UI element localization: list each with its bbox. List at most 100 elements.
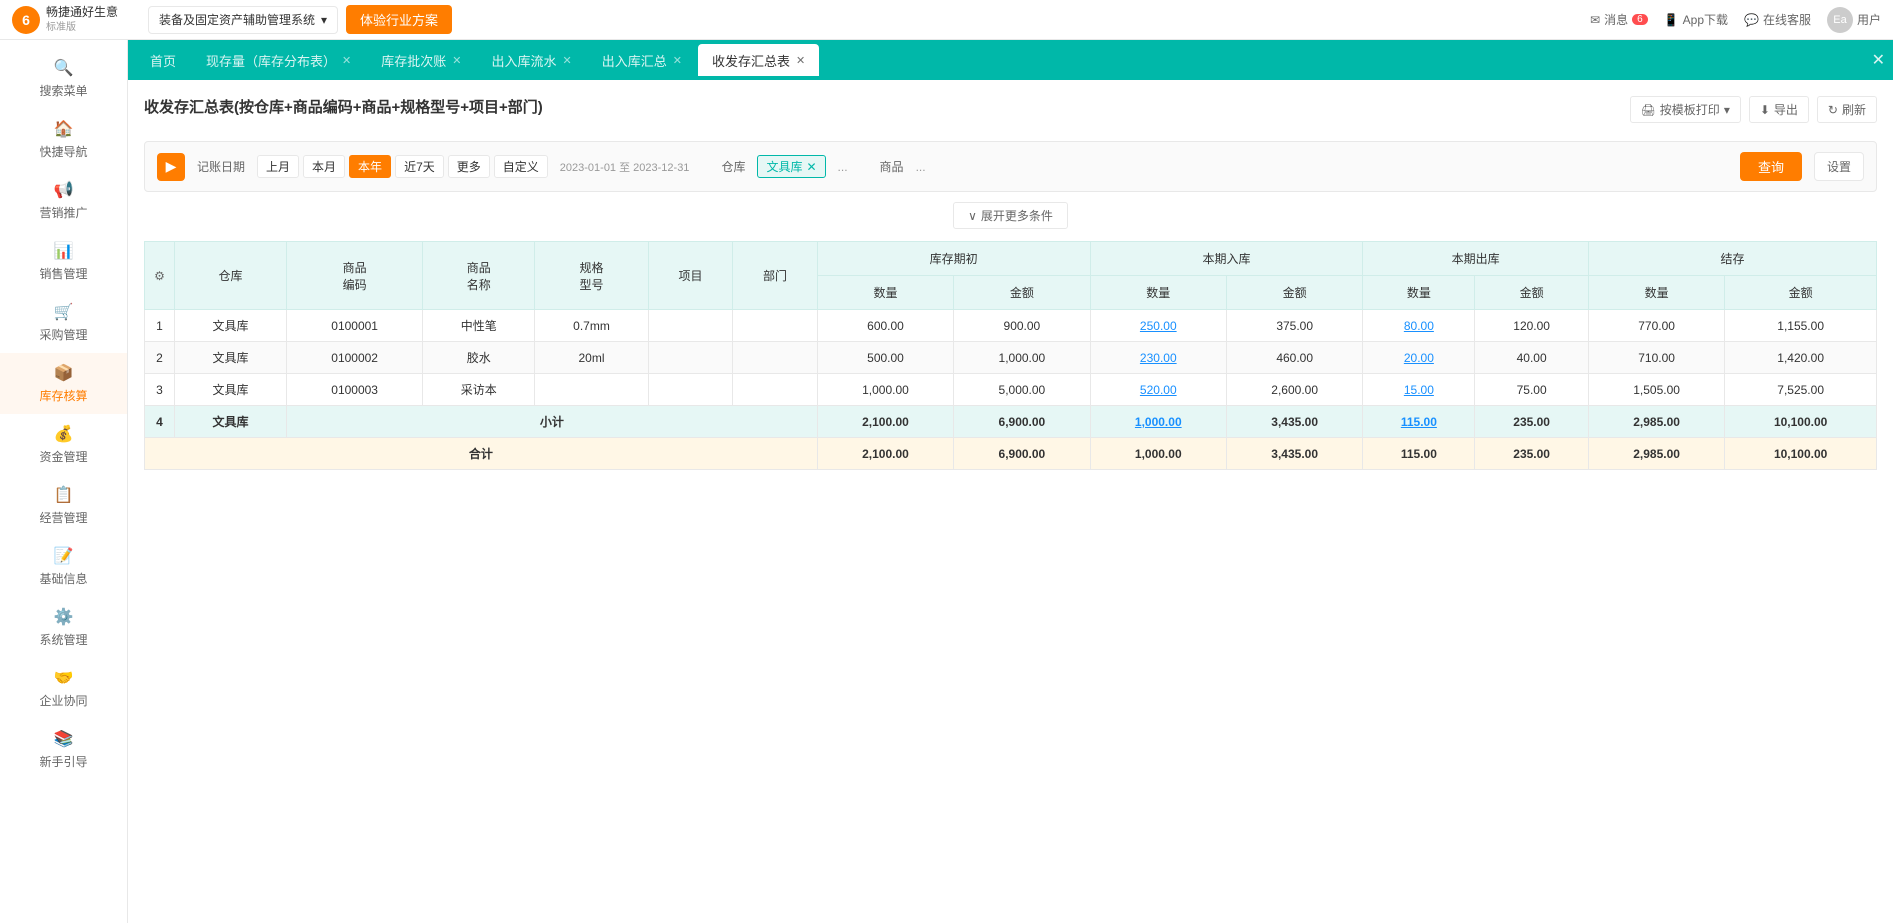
total-out-amt: 235.00: [1475, 438, 1589, 470]
tab-inventory-dist-label: 现存量（库存分布表）: [206, 51, 336, 70]
row-project: [648, 342, 733, 374]
row-in-qty[interactable]: 230.00: [1090, 342, 1226, 374]
sidebar-label-finance: 资金管理: [39, 448, 87, 465]
expand-more-button[interactable]: ∨ 展开更多条件: [953, 202, 1068, 229]
sidebar-item-purchase[interactable]: 🛒 采购管理: [0, 292, 127, 353]
row-goods-spec: 20ml: [535, 342, 648, 374]
logo-text: 畅捷通好生意 标准版: [46, 5, 118, 34]
col-closing-amt-header: 金额: [1725, 276, 1877, 310]
sidebar-item-operations[interactable]: 📋 经营管理: [0, 475, 127, 536]
warehouse-tag: 文具库 ✕: [757, 155, 825, 178]
row-department: [733, 374, 818, 406]
date-btn-this-month[interactable]: 本月: [303, 155, 345, 178]
row-opening-amt: 5,000.00: [954, 374, 1090, 406]
row-opening-amt: 1,000.00: [954, 342, 1090, 374]
tab-in-out-summary-label: 出入库汇总: [602, 51, 667, 70]
row-out-qty[interactable]: 80.00: [1363, 310, 1475, 342]
date-btn-last-month[interactable]: 上月: [257, 155, 299, 178]
row-index: 3: [145, 374, 175, 406]
purchase-icon: 🛒: [54, 302, 74, 322]
tab-batch-account-close[interactable]: ✕: [452, 54, 461, 67]
date-btn-7days[interactable]: 近7天: [395, 155, 444, 178]
col-department-header: 部门: [733, 242, 818, 310]
tab-in-out-summary-close[interactable]: ✕: [673, 54, 682, 67]
col-settings-header: ⚙: [145, 242, 175, 310]
date-range-display: 2023-01-01 至 2023-12-31: [560, 159, 690, 175]
expand-icon: ∨: [968, 209, 977, 223]
warehouse-more[interactable]: ...: [838, 160, 848, 174]
sidebar-item-system[interactable]: ⚙️ 系统管理: [0, 597, 127, 658]
row-out-qty[interactable]: 20.00: [1363, 342, 1475, 374]
row-closing-amt: 1,155.00: [1725, 310, 1877, 342]
warehouse-tag-remove[interactable]: ✕: [806, 160, 816, 174]
date-btn-this-year[interactable]: 本年: [349, 155, 391, 178]
subtotal-in-qty[interactable]: 1,000.00: [1090, 406, 1226, 438]
expand-label: 展开更多条件: [981, 207, 1053, 224]
sidebar-item-marketing[interactable]: 📢 营销推广: [0, 170, 127, 231]
sidebar-label-operations: 经营管理: [39, 509, 87, 526]
row-out-qty[interactable]: 15.00: [1363, 374, 1475, 406]
trial-button[interactable]: 体验行业方案: [346, 5, 452, 34]
page-title: 收发存汇总表(按仓库+商品编码+商品+规格型号+项目+部门): [144, 96, 543, 117]
date-btn-custom[interactable]: 自定义: [494, 155, 548, 178]
sidebar-item-search[interactable]: 🔍 搜索菜单: [0, 48, 127, 109]
tab-inventory-dist-close[interactable]: ✕: [342, 54, 351, 67]
warehouse-filter-label: 仓库: [721, 158, 745, 175]
row-out-amt: 120.00: [1475, 310, 1589, 342]
user-menu[interactable]: Ea 用户: [1827, 7, 1881, 33]
sidebar-item-sales[interactable]: 📊 销售管理: [0, 231, 127, 292]
settings-button[interactable]: 设置: [1814, 152, 1864, 181]
col-in-qty-header: 数量: [1090, 276, 1226, 310]
header-actions: 收发存汇总表(按仓库+商品编码+商品+规格型号+项目+部门) 🖨 按模板打印 ▾…: [144, 96, 1877, 131]
col-opening-header: 库存期初: [817, 242, 1090, 276]
search-icon: 🔍: [54, 58, 74, 78]
goods-more[interactable]: ...: [916, 160, 926, 174]
top-bar-left: 6 畅捷通好生意 标准版 装备及固定资产辅助管理系统 ▾ 体验行业方案: [12, 5, 452, 34]
row-goods-name: 采访本: [423, 374, 535, 406]
sidebar-label-system: 系统管理: [39, 631, 87, 648]
message-button[interactable]: ✉ 消息 6: [1590, 11, 1648, 28]
tab-inventory-dist[interactable]: 现存量（库存分布表） ✕: [192, 44, 365, 76]
tab-batch-account[interactable]: 库存批次账 ✕: [367, 44, 475, 76]
sidebar-item-finance[interactable]: 💰 资金管理: [0, 414, 127, 475]
date-btn-more[interactable]: 更多: [448, 155, 490, 178]
sidebar-item-newbie[interactable]: 📚 新手引导: [0, 719, 127, 780]
online-service-button[interactable]: 💬 在线客服: [1744, 11, 1811, 28]
row-warehouse: 文具库: [175, 310, 287, 342]
export-button[interactable]: ⬇ 导出: [1749, 96, 1809, 123]
tab-in-out-flow-close[interactable]: ✕: [563, 54, 572, 67]
tab-in-out-flow[interactable]: 出入库流水 ✕: [477, 44, 585, 76]
row-in-qty[interactable]: 520.00: [1090, 374, 1226, 406]
subtotal-out-qty[interactable]: 115.00: [1363, 406, 1475, 438]
print-template-button[interactable]: 🖨 按模板打印 ▾: [1630, 96, 1741, 123]
sidebar-item-quick-nav[interactable]: 🏠 快捷导航: [0, 109, 127, 170]
sidebar-label-marketing: 营销推广: [39, 204, 87, 221]
sidebar-item-basic-info[interactable]: 📝 基础信息: [0, 536, 127, 597]
refresh-button[interactable]: ↻ 刷新: [1817, 96, 1877, 123]
system-name-label: 装备及固定资产辅助管理系统: [159, 11, 315, 28]
table-settings-icon[interactable]: ⚙: [154, 269, 165, 283]
row-in-qty[interactable]: 250.00: [1090, 310, 1226, 342]
tab-home[interactable]: 首页: [136, 44, 190, 76]
table-row: 3 文具库 0100003 采访本 1,000.00 5,000.00 520.…: [145, 374, 1877, 406]
tab-in-out-summary[interactable]: 出入库汇总 ✕: [588, 44, 696, 76]
total-opening-qty: 2,100.00: [817, 438, 953, 470]
tab-recv-send-summary[interactable]: 收发存汇总表 ✕: [698, 44, 819, 76]
sidebar-item-enterprise[interactable]: 🤝 企业协同: [0, 658, 127, 719]
query-button[interactable]: 查询: [1740, 152, 1802, 181]
table-row: 2 文具库 0100002 胶水 20ml 500.00 1,000.00 23…: [145, 342, 1877, 374]
system-name-selector[interactable]: 装备及固定资产辅助管理系统 ▾: [148, 6, 338, 34]
filter-expand-button[interactable]: ▶: [157, 153, 185, 181]
col-out-qty-header: 数量: [1363, 276, 1475, 310]
message-label: 消息: [1604, 11, 1628, 28]
tab-recv-send-summary-label: 收发存汇总表: [712, 51, 790, 70]
row-opening-qty: 600.00: [817, 310, 953, 342]
tab-recv-send-summary-close[interactable]: ✕: [796, 54, 805, 67]
total-label: 合计: [145, 438, 818, 470]
sidebar-label-sales: 销售管理: [39, 265, 87, 282]
subtotal-closing-qty: 2,985.00: [1588, 406, 1724, 438]
app-download-button[interactable]: 📱 App下载: [1664, 11, 1728, 28]
sidebar-item-inventory[interactable]: 📦 库存核算: [0, 353, 127, 414]
tab-close-all[interactable]: ✕: [1872, 50, 1885, 70]
subtotal-closing-amt: 10,100.00: [1725, 406, 1877, 438]
